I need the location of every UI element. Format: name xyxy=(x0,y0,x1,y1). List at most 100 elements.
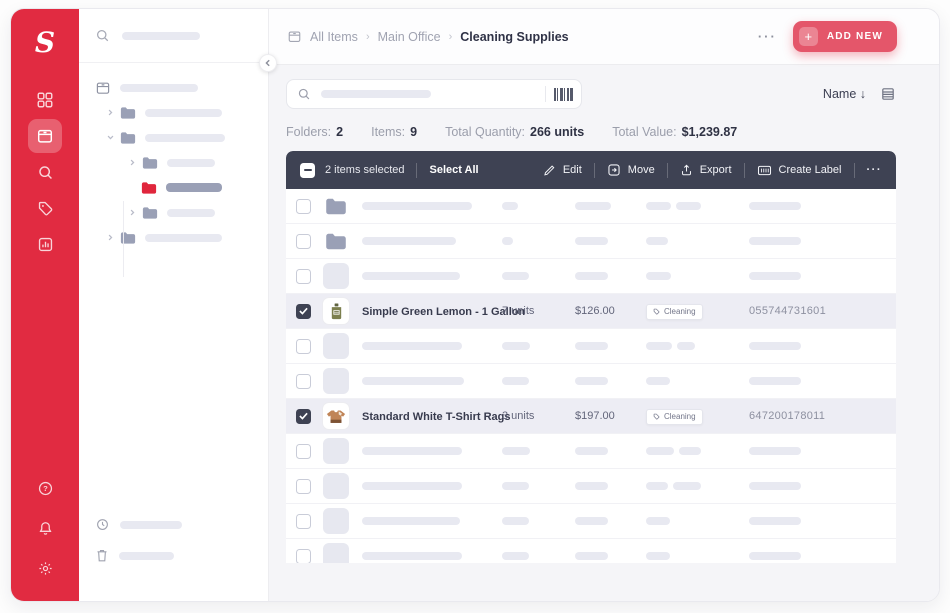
row-checkbox[interactable] xyxy=(296,339,311,354)
nav-items-icon[interactable] xyxy=(28,119,62,153)
table-row[interactable] xyxy=(286,364,896,399)
item-tag-chip[interactable]: Cleaning xyxy=(646,409,703,425)
skeleton-pill xyxy=(575,377,608,385)
breadcrumb-separator: › xyxy=(449,31,453,43)
table-row[interactable]: Standard White T-Shirt Rags3 units$197.0… xyxy=(286,399,896,434)
skeleton-pill xyxy=(749,517,801,525)
barcode-scan-icon[interactable] xyxy=(554,88,574,101)
skeleton-pill xyxy=(502,342,530,350)
row-checkbox-checked[interactable] xyxy=(296,409,311,424)
skeleton-pill xyxy=(749,447,801,455)
search-placeholder-skeleton xyxy=(321,90,431,98)
row-checkbox[interactable] xyxy=(296,514,311,529)
breadcrumb-all-items[interactable]: All Items xyxy=(310,30,358,44)
more-options-icon[interactable]: ··· xyxy=(758,29,777,44)
table-row[interactable] xyxy=(286,329,896,364)
search-input[interactable] xyxy=(286,79,582,109)
row-checkbox[interactable] xyxy=(296,374,311,389)
chevron-down-icon[interactable] xyxy=(105,134,115,141)
table-row[interactable] xyxy=(286,469,896,504)
create-label-button[interactable]: Create Label xyxy=(757,164,842,177)
tree-root-all-items[interactable] xyxy=(79,75,268,100)
item-name[interactable]: Simple Green Lemon - 1 Gallon xyxy=(362,306,525,318)
svg-text:?: ? xyxy=(43,484,48,493)
row-checkbox[interactable] xyxy=(296,234,311,249)
export-button[interactable]: Export xyxy=(680,163,732,177)
trash-icon xyxy=(95,548,109,563)
item-name[interactable]: Standard White T-Shirt Rags xyxy=(362,411,511,423)
row-checkbox[interactable] xyxy=(296,269,311,284)
tree-folder[interactable] xyxy=(79,100,268,125)
table-row[interactable] xyxy=(286,224,896,259)
toolbar-more-icon[interactable]: ··· xyxy=(867,164,883,176)
item-thumbnail-placeholder xyxy=(323,263,349,289)
item-thumbnail[interactable] xyxy=(323,298,349,324)
nav-tags-icon[interactable] xyxy=(28,191,62,225)
skeleton-pill xyxy=(646,202,671,210)
notifications-icon[interactable] xyxy=(28,511,62,545)
item-price: $126.00 xyxy=(575,305,646,317)
row-checkbox[interactable] xyxy=(296,199,311,214)
tree-folder-expanded[interactable] xyxy=(79,125,268,150)
divider xyxy=(594,163,595,178)
search-icon xyxy=(95,28,110,43)
tree-subfolder[interactable] xyxy=(79,150,268,175)
tree-folder[interactable] xyxy=(79,225,268,250)
move-button[interactable]: Move xyxy=(607,163,655,177)
recent-activity-item[interactable] xyxy=(95,517,182,532)
table-row[interactable] xyxy=(286,259,896,294)
item-barcode: 055744731601 xyxy=(749,305,896,317)
divider xyxy=(744,163,745,178)
breadcrumb: All Items › Main Office › Cleaning Suppl… xyxy=(287,29,569,44)
table-row[interactable] xyxy=(286,504,896,539)
row-checkbox[interactable] xyxy=(296,444,311,459)
tree-subfolder[interactable] xyxy=(79,200,268,225)
folder-sidebar xyxy=(79,9,269,601)
add-new-button[interactable]: + ADD NEW xyxy=(793,21,897,52)
tree-subfolder-selected[interactable] xyxy=(79,175,268,200)
skeleton-pill xyxy=(502,202,518,210)
list-view-toggle-icon[interactable] xyxy=(880,86,896,102)
chevron-right-icon[interactable] xyxy=(127,159,137,166)
settings-icon[interactable] xyxy=(28,551,62,585)
chevron-right-icon[interactable] xyxy=(105,109,115,116)
tree-label-skeleton xyxy=(120,84,198,92)
trash-item[interactable] xyxy=(95,548,182,563)
item-thumbnail-placeholder xyxy=(323,473,349,499)
chevron-right-icon[interactable] xyxy=(105,234,115,241)
tree-label-skeleton xyxy=(145,234,222,242)
select-all-button[interactable]: Select All xyxy=(429,164,478,176)
item-thumbnail-placeholder xyxy=(323,368,349,394)
item-thumbnail[interactable] xyxy=(323,403,349,429)
item-thumbnail-placeholder xyxy=(323,543,349,563)
row-checkbox-checked[interactable] xyxy=(296,304,311,319)
nav-search-icon[interactable] xyxy=(28,155,62,189)
row-checkbox[interactable] xyxy=(296,549,311,564)
breadcrumb-main-office[interactable]: Main Office xyxy=(378,30,441,44)
edit-button[interactable]: Edit xyxy=(543,164,582,177)
folder-search-input[interactable] xyxy=(79,9,268,63)
help-icon[interactable]: ? xyxy=(28,471,62,505)
row-checkbox[interactable] xyxy=(296,479,311,494)
brand-logo: S xyxy=(35,29,55,57)
skeleton-pill xyxy=(646,517,670,525)
sort-by-name[interactable]: Name ↓ xyxy=(823,87,866,101)
nav-dashboard-icon[interactable] xyxy=(28,83,62,117)
select-all-checkbox[interactable] xyxy=(300,163,315,178)
main-panel: All Items › Main Office › Cleaning Suppl… xyxy=(269,9,939,601)
chevron-right-icon[interactable] xyxy=(127,209,137,216)
skeleton-pill xyxy=(749,237,801,245)
table-row[interactable] xyxy=(286,189,896,224)
box-icon xyxy=(95,80,111,96)
table-row[interactable] xyxy=(286,434,896,469)
sort-direction-arrow: ↓ xyxy=(860,87,866,101)
item-tag-chip[interactable]: Cleaning xyxy=(646,304,703,320)
collapse-sidebar-button[interactable] xyxy=(259,54,277,72)
table-row[interactable] xyxy=(286,539,896,563)
folder-icon xyxy=(142,206,158,220)
skeleton-pill xyxy=(749,342,801,350)
table-row[interactable]: Simple Green Lemon - 1 Gallon7 units$126… xyxy=(286,294,896,329)
skeleton-pill xyxy=(362,377,464,385)
nav-reports-icon[interactable] xyxy=(28,227,62,261)
skeleton-pill xyxy=(362,552,462,560)
